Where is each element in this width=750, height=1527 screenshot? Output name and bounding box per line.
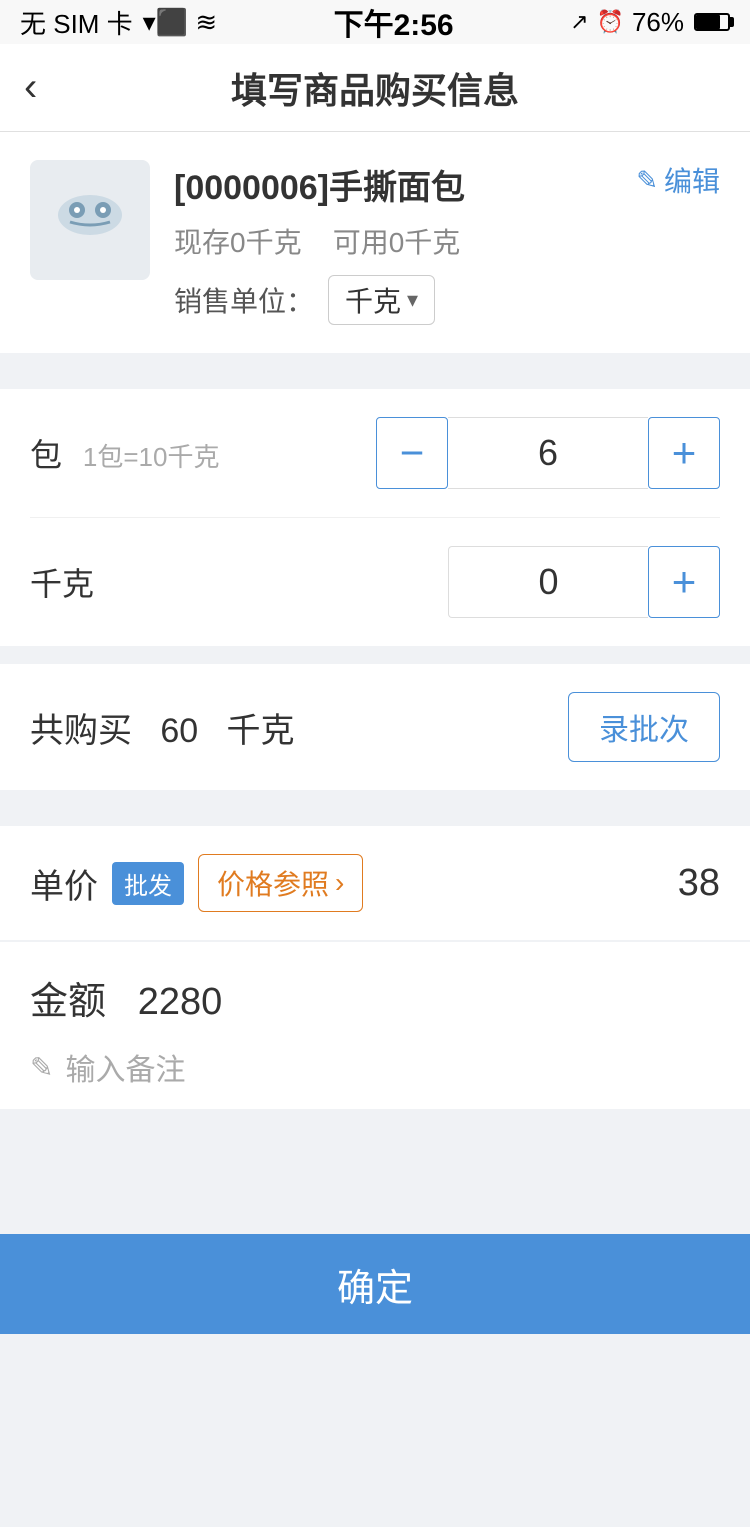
available-label: 可用0千克 <box>333 227 461 258</box>
total-unit: 千克 <box>227 712 295 750</box>
confirm-bar[interactable]: 确定 <box>0 1234 750 1334</box>
quantity-section: 包 1包=10千克 − + 千克 + <box>0 389 750 646</box>
total-amount: 60 <box>160 712 198 750</box>
note-placeholder: 输入备注 <box>65 1045 185 1089</box>
product-id: [0000006] <box>174 169 329 207</box>
unit-value: 千克 <box>345 280 401 320</box>
kg-label-group: 千克 <box>30 559 94 605</box>
nav-bar: ‹ 填写商品购买信息 <box>0 44 750 132</box>
package-label: 包 <box>30 437 62 473</box>
price-label: 单价 <box>30 859 98 908</box>
edit-button[interactable]: ✎ 编辑 <box>636 160 720 200</box>
package-minus-button[interactable]: − <box>376 417 448 489</box>
unit-dropdown-icon: ▾ <box>407 287 418 313</box>
product-stock: 现存0千克 可用0千克 <box>174 221 720 261</box>
kg-input[interactable] <box>448 546 648 618</box>
status-left: 无 SIM 卡 ▾⬛ ≋ <box>20 4 217 41</box>
carrier-text: 无 SIM 卡 <box>20 4 133 41</box>
back-arrow-icon: ‹ <box>24 65 37 109</box>
page-title: 填写商品购买信息 <box>231 62 519 114</box>
product-logo-icon <box>55 190 125 250</box>
separator-2 <box>0 808 750 826</box>
price-ref-label: 价格参照 <box>217 863 329 903</box>
amount-value: 2280 <box>138 981 223 1023</box>
status-bar: 无 SIM 卡 ▾⬛ ≋ 下午2:56 ↗ ⏰ 76% <box>0 0 750 44</box>
total-prefix: 共购买 <box>30 712 132 750</box>
total-text: 共购买 60 千克 <box>30 703 295 752</box>
stock-label: 现存0千克 <box>174 227 302 258</box>
price-section: 单价 批发 价格参照 › 38 <box>0 826 750 940</box>
package-row: 包 1包=10千克 − + <box>30 389 720 518</box>
kg-row: 千克 + <box>30 518 720 646</box>
status-right: ↗ ⏰ 76% <box>570 7 730 38</box>
price-tag: 批发 <box>112 862 184 905</box>
wifi-icon: ▾⬛ ≋ <box>143 7 217 38</box>
unit-selector[interactable]: 千克 ▾ <box>328 275 435 325</box>
unit-label: 销售单位： <box>174 280 314 320</box>
package-label-group: 包 1包=10千克 <box>30 430 219 476</box>
edit-label: 编辑 <box>664 160 720 200</box>
amount-label: 金额 <box>30 981 106 1023</box>
pencil-icon: ✎ <box>30 1051 53 1084</box>
amount-section: 金额 2280 ✎ 输入备注 <box>0 942 750 1109</box>
location-icon: ↗ <box>570 9 588 35</box>
note-row[interactable]: ✎ 输入备注 <box>30 1045 720 1089</box>
back-button[interactable]: ‹ <box>24 65 37 110</box>
product-image <box>30 160 150 280</box>
price-ref-button[interactable]: 价格参照 › <box>198 854 363 912</box>
product-title: 手撕面包 <box>329 169 465 207</box>
package-plus-button[interactable]: + <box>648 417 720 489</box>
kg-label: 千克 <box>30 566 94 602</box>
battery-icon <box>694 13 730 31</box>
price-value: 38 <box>678 862 720 905</box>
separator-1 <box>0 371 750 389</box>
confirm-button-label: 确定 <box>337 1257 413 1312</box>
kg-plus-button[interactable]: + <box>648 546 720 618</box>
package-hint: 1包=10千克 <box>83 442 220 472</box>
battery-text: 76% <box>632 7 684 38</box>
price-left: 单价 批发 价格参照 › <box>30 854 363 912</box>
alarm-icon: ⏰ <box>597 9 624 35</box>
package-control: − + <box>376 417 720 489</box>
product-unit-row: 销售单位： 千克 ▾ <box>174 275 720 325</box>
product-card: [0000006]手撕面包 现存0千克 可用0千克 销售单位： 千克 ▾ ✎ 编… <box>0 132 750 353</box>
status-time: 下午2:56 <box>334 0 454 44</box>
kg-control: + <box>448 546 720 618</box>
package-input[interactable] <box>448 417 648 489</box>
total-section: 共购买 60 千克 录批次 <box>0 664 750 790</box>
edit-icon: ✎ <box>636 165 658 196</box>
batch-button[interactable]: 录批次 <box>568 692 720 762</box>
amount-row: 金额 2280 <box>30 970 720 1025</box>
price-ref-arrow-icon: › <box>335 867 344 899</box>
